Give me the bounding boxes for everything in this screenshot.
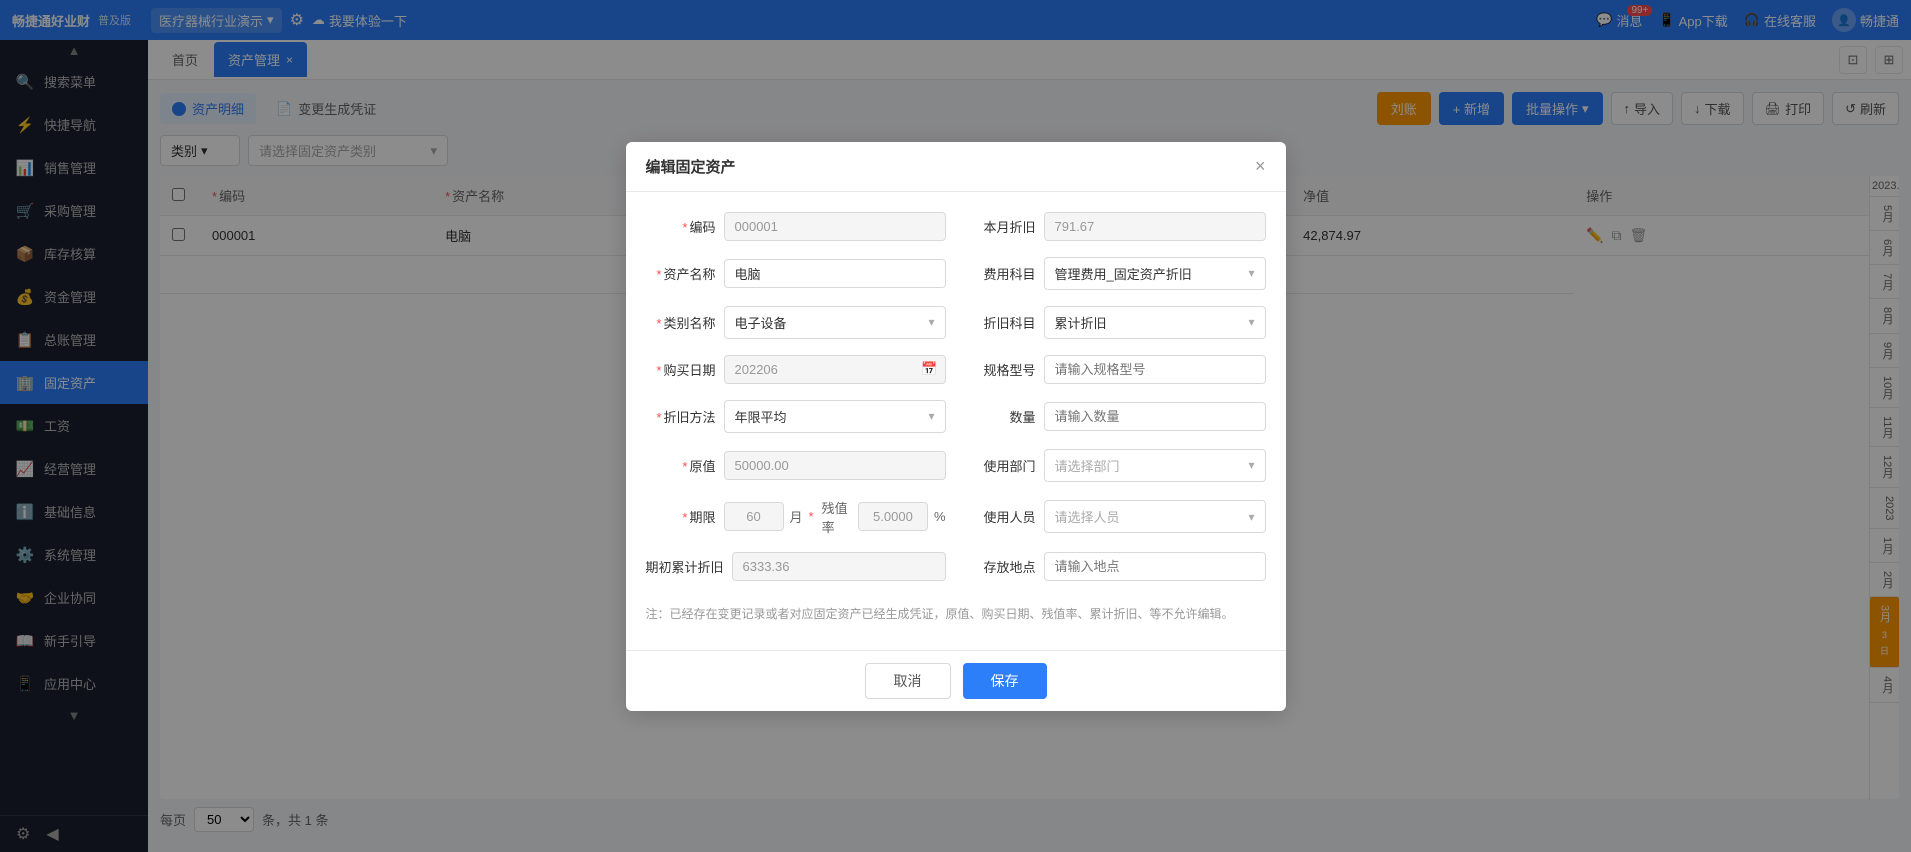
depreciation-method-label: *折旧方法 <box>646 407 716 426</box>
quantity-input[interactable] <box>1044 402 1266 431</box>
percent-unit: % <box>934 509 946 524</box>
user-select[interactable]: 请选择人员 ▾ <box>1044 500 1266 533</box>
initial-acc-depreciation-label: 期初累计折旧 <box>646 557 724 576</box>
department-select[interactable]: 请选择部门 ▾ <box>1044 449 1266 482</box>
asset-name-input[interactable] <box>724 259 946 288</box>
residual-rate-input <box>858 502 928 531</box>
chevron-down-icon: ▾ <box>1248 458 1254 472</box>
purchase-date-label: *购买日期 <box>646 360 716 379</box>
depreciation-subject-select[interactable]: 累计折旧 ▾ <box>1044 306 1266 339</box>
expense-subject-label: 费用科目 <box>966 264 1036 283</box>
save-button[interactable]: 保存 <box>963 663 1047 699</box>
cancel-button[interactable]: 取消 <box>865 663 951 699</box>
chevron-down-icon: ▾ <box>928 409 934 423</box>
original-value-label: *原值 <box>646 456 716 475</box>
code-input[interactable] <box>724 212 946 241</box>
depreciation-method-select[interactable]: 年限平均 ▾ <box>724 400 946 433</box>
edit-asset-modal: 编辑固定资产 × *编码 本月折旧 *资产名称 <box>626 142 1286 711</box>
quantity-label: 数量 <box>966 407 1036 426</box>
spec-model-input[interactable] <box>1044 355 1266 384</box>
modal-close-btn[interactable]: × <box>1255 156 1266 177</box>
residual-rate-label: 残值率 <box>822 498 852 536</box>
storage-input[interactable] <box>1044 552 1266 581</box>
period-label: *期限 <box>646 507 716 526</box>
purchase-date-input[interactable] <box>724 355 946 384</box>
modal-note: 注：已经存在变更记录或者对应固定资产已经生成凭证，原值、购买日期、残值率、累计折… <box>646 597 1266 630</box>
category-label: *类别名称 <box>646 313 716 332</box>
initial-acc-depreciation-input <box>732 552 946 581</box>
monthly-depreciation-input <box>1044 212 1266 241</box>
modal-title: 编辑固定资产 <box>646 156 736 177</box>
storage-label: 存放地点 <box>966 557 1036 576</box>
chevron-down-icon: ▾ <box>1248 315 1254 329</box>
chevron-down-icon: ▾ <box>1248 266 1254 280</box>
department-label: 使用部门 <box>966 456 1036 475</box>
monthly-depreciation-label: 本月折旧 <box>966 217 1036 236</box>
chevron-down-icon: ▾ <box>928 315 934 329</box>
calendar-icon[interactable]: 📅 <box>921 361 937 377</box>
depreciation-subject-label: 折旧科目 <box>966 313 1036 332</box>
chevron-down-icon: ▾ <box>1248 510 1254 524</box>
code-label: *编码 <box>646 217 716 236</box>
period-input <box>724 502 784 531</box>
original-value-input <box>724 451 946 480</box>
modal-overlay: 编辑固定资产 × *编码 本月折旧 *资产名称 <box>0 0 1911 852</box>
user-label: 使用人员 <box>966 507 1036 526</box>
spec-model-label: 规格型号 <box>966 360 1036 379</box>
period-unit: 月 <box>790 507 803 526</box>
residual-star: * <box>809 509 814 524</box>
category-select[interactable]: 电子设备 ▾ <box>724 306 946 339</box>
expense-subject-select[interactable]: 管理费用_固定资产折旧 ▾ <box>1044 257 1266 290</box>
asset-name-label: *资产名称 <box>646 264 716 283</box>
